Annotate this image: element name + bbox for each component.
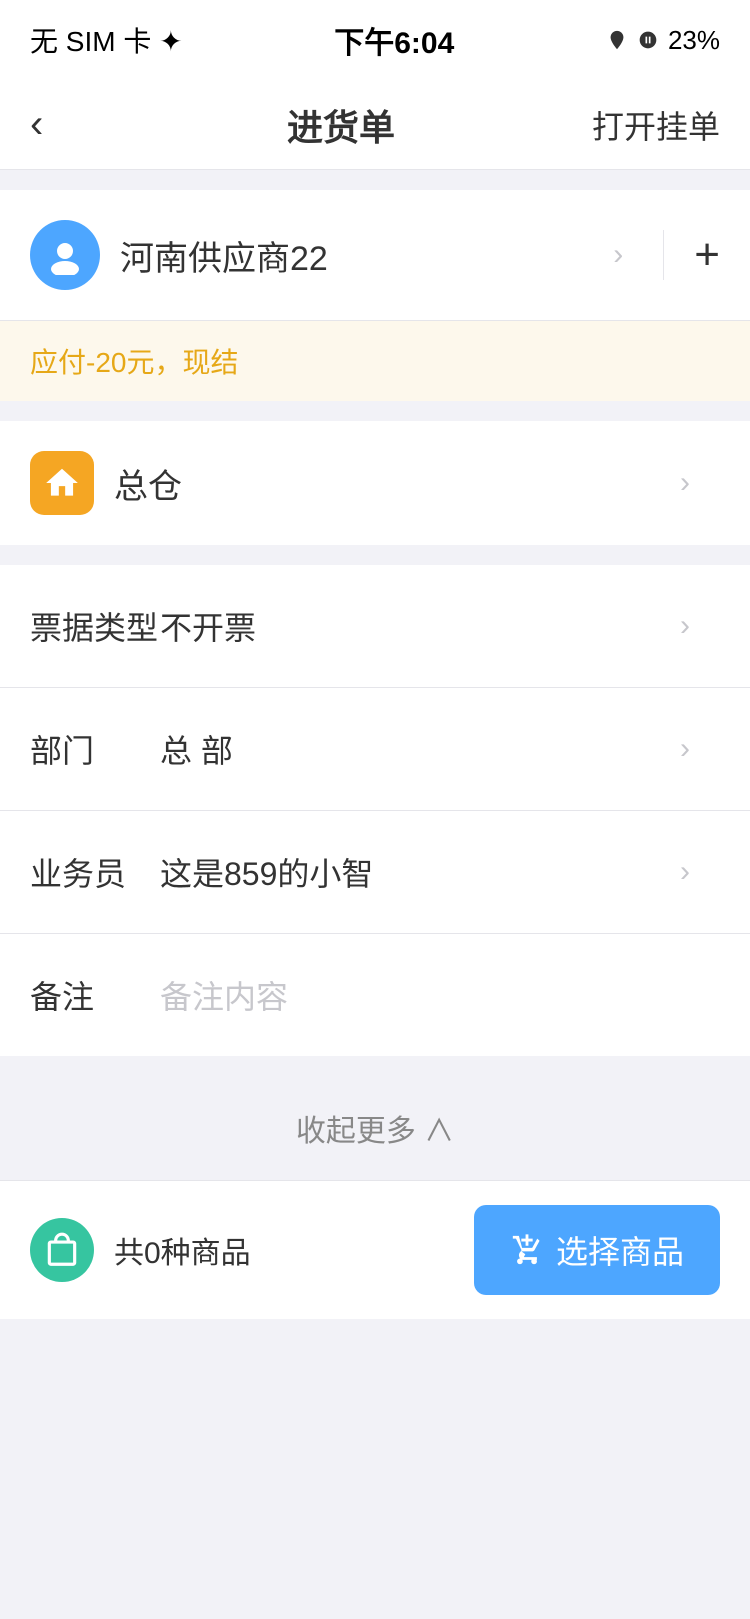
warehouse-name: 总仓	[114, 459, 680, 508]
form-section: 票据类型 不开票 › 部门 总 部 › 业务员 这是859的小智 › 备注 备注…	[0, 565, 750, 1056]
supplier-section: 河南供应商22 › + 应付-20元，现结	[0, 190, 750, 401]
invoice-chevron-icon: ›	[680, 609, 690, 643]
sim-status: 无 SIM 卡 ✦	[30, 20, 183, 60]
nav-bar: ‹ 进货单 打开挂单	[0, 80, 750, 170]
salesperson-chevron-icon: ›	[680, 855, 690, 889]
invoice-type-value: 不开票	[160, 603, 680, 649]
invoice-type-row[interactable]: 票据类型 不开票 ›	[0, 565, 750, 687]
add-cart-icon	[510, 1233, 544, 1267]
supplier-name: 河南供应商22	[120, 231, 613, 280]
add-supplier-button[interactable]: +	[684, 230, 720, 280]
alert-banner: 应付-20元，现结	[0, 321, 750, 401]
collapse-button[interactable]: 收起更多 ∧	[0, 1076, 750, 1180]
home-icon	[43, 464, 81, 502]
collapse-label: 收起更多 ∧	[296, 1106, 454, 1150]
department-label: 部门	[30, 726, 160, 772]
status-time: 下午6:04	[334, 18, 454, 62]
shopping-bag-icon	[43, 1231, 81, 1269]
supplier-avatar	[30, 220, 100, 290]
salesperson-value: 这是859的小智	[160, 849, 680, 895]
warehouse-section: 总仓 ›	[0, 421, 750, 545]
department-row[interactable]: 部门 总 部 ›	[0, 687, 750, 810]
select-product-button[interactable]: 选择商品	[474, 1205, 720, 1295]
back-button[interactable]: ‹	[30, 102, 90, 147]
salesperson-row[interactable]: 业务员 这是859的小智 ›	[0, 810, 750, 933]
alarm-icon	[638, 30, 658, 50]
location-icon	[606, 29, 628, 51]
person-icon	[45, 235, 85, 275]
invoice-type-label: 票据类型	[30, 603, 160, 649]
department-chevron-icon: ›	[680, 732, 690, 766]
remark-placeholder: 备注内容	[160, 972, 720, 1018]
divider	[663, 230, 664, 280]
salesperson-label: 业务员	[30, 849, 160, 895]
department-value: 总 部	[160, 726, 680, 772]
supplier-row[interactable]: 河南供应商22 › +	[0, 190, 750, 321]
warehouse-chevron-icon: ›	[680, 466, 690, 500]
open-pending-button[interactable]: 打开挂单	[592, 102, 720, 148]
status-left: 无 SIM 卡 ✦	[30, 20, 183, 60]
page-title: 进货单	[287, 99, 395, 151]
battery-status: 23%	[668, 25, 720, 56]
remaining-area	[0, 1319, 750, 1619]
select-product-label: 选择商品	[556, 1227, 684, 1273]
remark-row[interactable]: 备注 备注内容	[0, 933, 750, 1056]
bottom-bar: 共0种商品 选择商品	[0, 1180, 750, 1319]
product-icon	[30, 1218, 94, 1282]
product-count: 共0种商品	[114, 1228, 474, 1272]
remark-label: 备注	[30, 972, 160, 1018]
chevron-right-icon: ›	[613, 238, 623, 272]
content: 河南供应商22 › + 应付-20元，现结 总仓 › 票据类型 不开票 ›	[0, 190, 750, 1619]
warehouse-row[interactable]: 总仓 ›	[0, 421, 750, 545]
status-right: 23%	[606, 25, 720, 56]
warehouse-icon	[30, 451, 94, 515]
status-bar: 无 SIM 卡 ✦ 下午6:04 23%	[0, 0, 750, 80]
